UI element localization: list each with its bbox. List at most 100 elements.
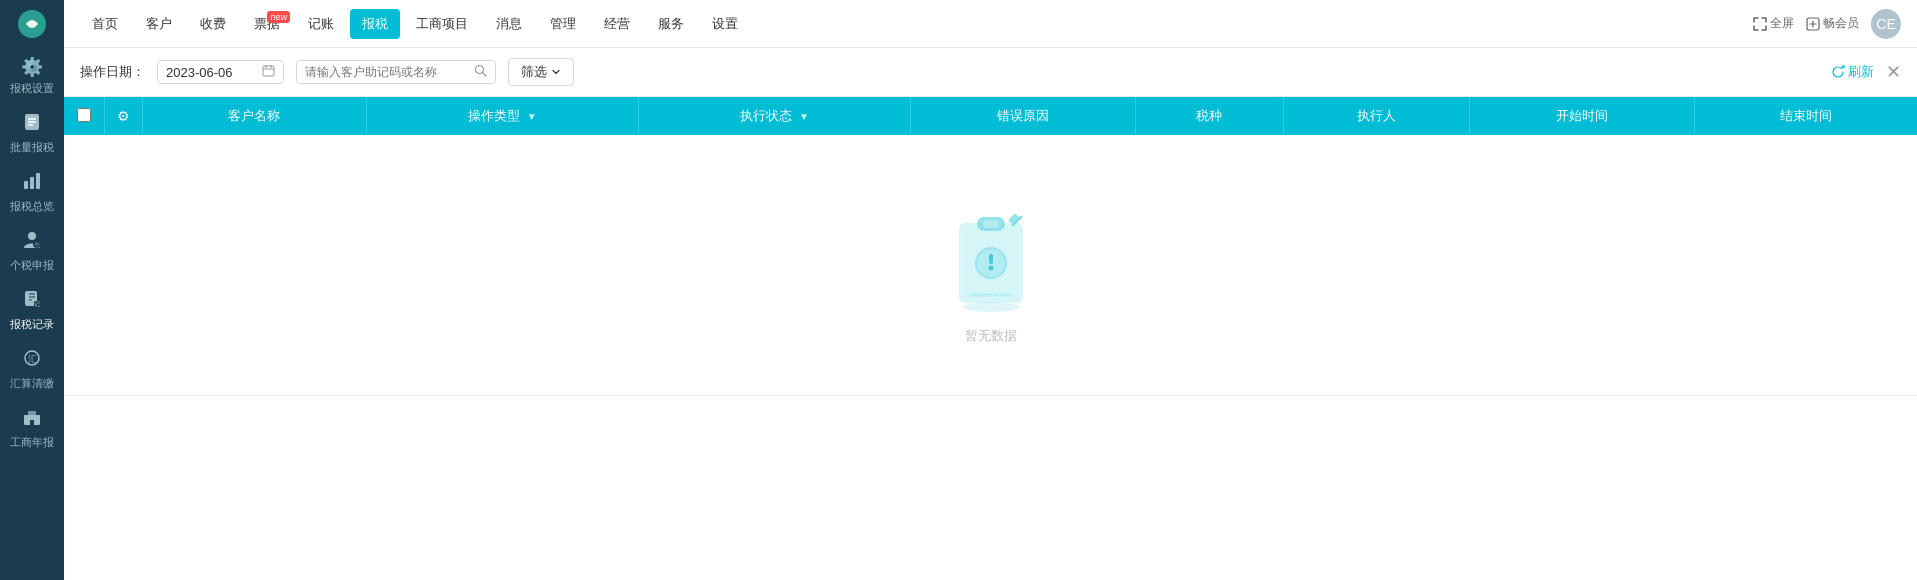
svg-text:记: 记 bbox=[34, 301, 40, 307]
close-button[interactable]: ✕ bbox=[1886, 61, 1901, 83]
sidebar-item-annual-report[interactable]: 工商年报 bbox=[0, 399, 64, 458]
settlement-icon: 汇 bbox=[22, 348, 42, 373]
filter-button[interactable]: 筛选 bbox=[508, 58, 574, 86]
search-input[interactable] bbox=[305, 65, 474, 79]
svg-text:汇: 汇 bbox=[28, 354, 37, 364]
toolbar: 操作日期： bbox=[64, 48, 1917, 97]
sidebar-item-batch-tax[interactable]: 批量报税 bbox=[0, 104, 64, 163]
sidebar-item-label: 报税总览 bbox=[10, 199, 54, 214]
sidebar: ⚙️ 报税设置 批量报税 报税总览 bbox=[0, 0, 64, 580]
user-avatar[interactable]: CE bbox=[1871, 9, 1901, 39]
col-end-time: 结束时间 bbox=[1694, 97, 1917, 135]
fullscreen-icon bbox=[1753, 17, 1767, 31]
records-table: ⚙ 客户名称 操作类型 ▼ 执行状态 ▼ bbox=[64, 97, 1917, 396]
svg-rect-5 bbox=[24, 181, 28, 189]
col-client-name: 客户名称 bbox=[142, 97, 366, 135]
empty-illustration bbox=[941, 205, 1041, 315]
svg-point-38 bbox=[963, 302, 1019, 312]
topnav-right: 全屏 畅会员 CE bbox=[1753, 9, 1901, 39]
nav-invoice[interactable]: 票据 new bbox=[242, 9, 292, 39]
empty-state-cell: 暂无数据 bbox=[64, 135, 1917, 396]
sidebar-item-tax-records[interactable]: 记 报税记录 bbox=[0, 281, 64, 340]
date-label: 操作日期： bbox=[80, 63, 145, 81]
refresh-icon bbox=[1831, 65, 1845, 79]
svg-point-33 bbox=[988, 266, 993, 271]
nav-settings[interactable]: 设置 bbox=[700, 9, 750, 39]
svg-rect-29 bbox=[983, 220, 999, 228]
svg-text:个: 个 bbox=[34, 242, 40, 248]
svg-rect-32 bbox=[989, 254, 993, 264]
nav-message[interactable]: 消息 bbox=[484, 9, 534, 39]
nav-business[interactable]: 工商项目 bbox=[404, 9, 480, 39]
calendar-icon bbox=[262, 64, 275, 80]
col-error-reason: 错误原因 bbox=[911, 97, 1135, 135]
date-picker[interactable] bbox=[157, 60, 284, 84]
member-icon bbox=[1806, 17, 1820, 31]
member-label: 畅会员 bbox=[1823, 15, 1859, 32]
svg-rect-20 bbox=[263, 66, 274, 76]
col-checkbox bbox=[64, 97, 104, 135]
nav-accounts[interactable]: 记账 bbox=[296, 9, 346, 39]
nav-customer[interactable]: 客户 bbox=[134, 9, 184, 39]
svg-rect-18 bbox=[30, 420, 34, 425]
new-badge: new bbox=[267, 11, 290, 24]
refresh-button[interactable]: 刷新 bbox=[1831, 63, 1874, 81]
nav-service[interactable]: 服务 bbox=[646, 9, 696, 39]
fullscreen-button[interactable]: 全屏 bbox=[1753, 15, 1794, 32]
member-button[interactable]: 畅会员 bbox=[1806, 15, 1859, 32]
refresh-label: 刷新 bbox=[1848, 63, 1874, 81]
empty-state: 暂无数据 bbox=[76, 145, 1905, 385]
nav-billing[interactable]: 收费 bbox=[188, 9, 238, 39]
annual-report-icon bbox=[22, 407, 42, 432]
svg-line-25 bbox=[483, 73, 487, 77]
svg-rect-17 bbox=[28, 411, 36, 417]
tax-overview-icon bbox=[22, 171, 42, 196]
tax-settings-icon: ⚙️ bbox=[21, 56, 43, 78]
sidebar-item-label: 工商年报 bbox=[10, 435, 54, 450]
date-input[interactable] bbox=[166, 65, 256, 80]
nav-tax[interactable]: 报税 bbox=[350, 9, 400, 39]
table-container: ⚙ 客户名称 操作类型 ▼ 执行状态 ▼ bbox=[64, 97, 1917, 580]
empty-text: 暂无数据 bbox=[965, 327, 1017, 345]
svg-rect-6 bbox=[30, 177, 34, 189]
tax-records-icon: 记 bbox=[22, 289, 42, 314]
exec-status-filter-icon[interactable]: ▼ bbox=[799, 111, 809, 122]
sidebar-item-label: 报税设置 bbox=[10, 81, 54, 96]
svg-rect-7 bbox=[36, 173, 40, 189]
sidebar-item-label: 批量报税 bbox=[10, 140, 54, 155]
search-icon[interactable] bbox=[474, 64, 487, 80]
personal-tax-icon: 个 bbox=[22, 230, 42, 255]
col-op-type: 操作类型 ▼ bbox=[366, 97, 638, 135]
col-gear: ⚙ bbox=[104, 97, 142, 135]
sidebar-item-settlement[interactable]: 汇 汇算清缴 bbox=[0, 340, 64, 399]
search-box[interactable] bbox=[296, 60, 496, 84]
filter-label: 筛选 bbox=[521, 63, 547, 81]
main-area: 首页 客户 收费 票据 new 记账 报税 工商项目 消息 管理 经营 服务 设… bbox=[64, 0, 1917, 580]
sidebar-item-tax-overview[interactable]: 报税总览 bbox=[0, 163, 64, 222]
chevron-down-icon bbox=[551, 67, 561, 77]
app-logo bbox=[0, 0, 64, 48]
nav-home[interactable]: 首页 bbox=[80, 9, 130, 39]
batch-tax-icon bbox=[22, 112, 42, 137]
nav-items: 首页 客户 收费 票据 new 记账 报税 工商项目 消息 管理 经营 服务 设… bbox=[80, 9, 1753, 39]
fullscreen-label: 全屏 bbox=[1770, 15, 1794, 32]
svg-rect-35 bbox=[1007, 213, 1018, 224]
top-navigation: 首页 客户 收费 票据 new 记账 报税 工商项目 消息 管理 经营 服务 设… bbox=[64, 0, 1917, 48]
col-start-time: 开始时间 bbox=[1470, 97, 1694, 135]
col-exec-status: 执行状态 ▼ bbox=[639, 97, 911, 135]
sidebar-item-personal-tax[interactable]: 个 个税申报 bbox=[0, 222, 64, 281]
sidebar-item-label: 个税申报 bbox=[10, 258, 54, 273]
empty-state-row: 暂无数据 bbox=[64, 135, 1917, 396]
col-executor: 执行人 bbox=[1284, 97, 1470, 135]
nav-finance[interactable]: 经营 bbox=[592, 9, 642, 39]
op-type-filter-icon[interactable]: ▼ bbox=[527, 111, 537, 122]
column-settings-icon[interactable]: ⚙ bbox=[117, 108, 130, 124]
select-all-checkbox[interactable] bbox=[77, 108, 91, 122]
sidebar-item-label: 汇算清缴 bbox=[10, 376, 54, 391]
sidebar-item-tax-settings[interactable]: ⚙️ 报税设置 bbox=[0, 48, 64, 104]
svg-point-8 bbox=[28, 232, 36, 240]
nav-manage[interactable]: 管理 bbox=[538, 9, 588, 39]
content-area: 操作日期： bbox=[64, 48, 1917, 580]
sidebar-item-label: 报税记录 bbox=[10, 317, 54, 332]
col-tax-type: 税种 bbox=[1135, 97, 1284, 135]
